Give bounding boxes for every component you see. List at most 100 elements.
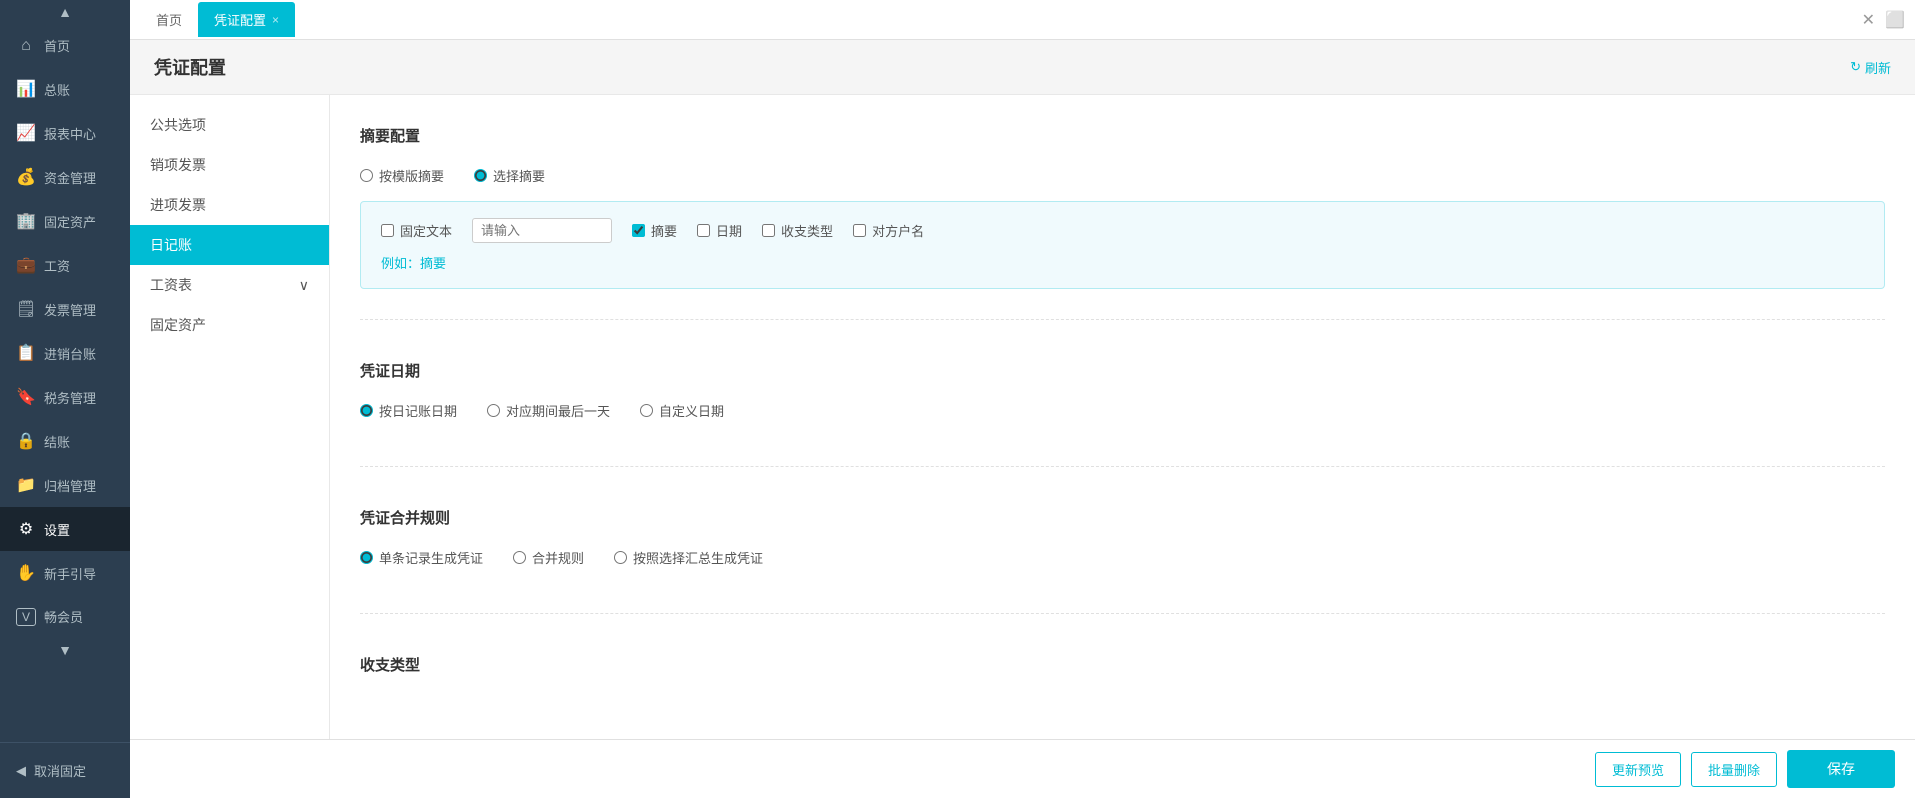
date-checkbox[interactable] bbox=[697, 224, 710, 237]
sidebar-item-tax[interactable]: 🔖 税务管理 bbox=[0, 375, 130, 419]
last-day-radio[interactable] bbox=[487, 404, 500, 417]
left-nav-label: 固定资产 bbox=[150, 315, 206, 335]
invoice-icon: 🗒 bbox=[16, 299, 36, 319]
sidebar-item-label: 总账 bbox=[44, 80, 70, 99]
left-nav-fixed-assets[interactable]: 固定资产 bbox=[130, 305, 329, 345]
sidebar-item-archive[interactable]: 📁 归档管理 bbox=[0, 463, 130, 507]
template-summary-option[interactable]: 按模版摘要 bbox=[360, 166, 444, 185]
content-layout: 公共选项 销项发票 进项发票 日记账 工资表 ∨ 固定资产 bbox=[130, 95, 1915, 739]
sidebar-item-label: 新手引导 bbox=[44, 564, 96, 583]
single-record-label: 单条记录生成凭证 bbox=[379, 548, 483, 567]
left-nav-label: 日记账 bbox=[150, 235, 192, 255]
single-record-radio[interactable] bbox=[360, 551, 373, 564]
sidebar-item-settings[interactable]: ⚙ 设置 bbox=[0, 507, 130, 551]
merge-rules-label: 合并规则 bbox=[532, 548, 584, 567]
fund-icon: 💰 bbox=[16, 167, 36, 187]
single-record-option[interactable]: 单条记录生成凭证 bbox=[360, 548, 483, 567]
select-summary-radio[interactable] bbox=[474, 169, 487, 182]
sidebar-item-fund-management[interactable]: 💰 资金管理 bbox=[0, 155, 130, 199]
last-day-option[interactable]: 对应期间最后一天 bbox=[487, 401, 610, 420]
tab-close-icon[interactable]: × bbox=[272, 13, 279, 27]
tax-icon: 🔖 bbox=[16, 387, 36, 407]
left-nav-journal[interactable]: 日记账 bbox=[130, 225, 329, 265]
sidebar-item-invoice-management[interactable]: 🗒 发票管理 bbox=[0, 287, 130, 331]
summary-checkbox-label[interactable]: 摘要 bbox=[632, 221, 677, 240]
summary-checkbox[interactable] bbox=[632, 224, 645, 237]
archive-icon: 📁 bbox=[16, 475, 36, 495]
tab-voucher-config-label: 凭证配置 bbox=[214, 10, 266, 29]
sidebar-item-label: 工资 bbox=[44, 256, 70, 275]
by-journal-date-option[interactable]: 按日记账日期 bbox=[360, 401, 457, 420]
sidebar-item-label: 发票管理 bbox=[44, 300, 96, 319]
left-nav-purchase-invoice[interactable]: 进项发票 bbox=[130, 185, 329, 225]
sidebar-scroll-down[interactable]: ▼ bbox=[0, 638, 130, 662]
left-nav-payroll-table[interactable]: 工资表 ∨ bbox=[130, 265, 329, 305]
report-icon: 📈 bbox=[16, 123, 36, 143]
voucher-merge-radio-group: 单条记录生成凭证 合并规则 按照选择汇总生成凭证 bbox=[360, 548, 1885, 567]
sidebar: ▲ ⌂ 首页 📊 总账 📈 报表中心 💰 资金管理 🏢 固定资产 💼 工资 🗒 … bbox=[0, 0, 130, 798]
sidebar-item-general-ledger[interactable]: 📊 总账 bbox=[0, 67, 130, 111]
voucher-date-section: 凭证日期 按日记账日期 对应期间最后一天 自定义日期 bbox=[360, 330, 1885, 467]
summary-example: 例如：摘要 bbox=[381, 253, 1864, 272]
update-preview-button[interactable]: 更新预览 bbox=[1595, 752, 1681, 787]
pin-icon: ◀ bbox=[16, 763, 26, 779]
income-type-checkbox[interactable] bbox=[762, 224, 775, 237]
page-content: 凭证配置 ↻ 刷新 公共选项 销项发票 进项发票 日记账 bbox=[130, 40, 1915, 798]
summary-radio-group: 按模版摘要 选择摘要 bbox=[360, 166, 1885, 185]
custom-date-option[interactable]: 自定义日期 bbox=[640, 401, 724, 420]
date-label: 日期 bbox=[716, 221, 742, 240]
voucher-merge-section: 凭证合并规则 单条记录生成凭证 合并规则 按照选择汇总生成凭证 bbox=[360, 477, 1885, 614]
batch-delete-button[interactable]: 批量删除 bbox=[1691, 752, 1777, 787]
summary-options: 固定文本 摘要 日期 bbox=[381, 218, 1864, 243]
tab-home-label: 首页 bbox=[156, 10, 182, 29]
by-journal-date-radio[interactable] bbox=[360, 404, 373, 417]
sidebar-item-purchase-sales[interactable]: 📋 进销台账 bbox=[0, 331, 130, 375]
left-nav-public-options[interactable]: 公共选项 bbox=[130, 105, 329, 145]
sidebar-item-guide[interactable]: ✋ 新手引导 bbox=[0, 551, 130, 595]
custom-date-radio[interactable] bbox=[640, 404, 653, 417]
income-type-title: 收支类型 bbox=[360, 654, 1885, 675]
counterpart-label: 对方户名 bbox=[872, 221, 924, 240]
template-summary-radio[interactable] bbox=[360, 169, 373, 182]
window-close-icon[interactable]: ✕ bbox=[1862, 10, 1875, 30]
guide-icon: ✋ bbox=[16, 563, 36, 583]
sidebar-item-payroll[interactable]: 💼 工资 bbox=[0, 243, 130, 287]
sidebar-item-report-center[interactable]: 📈 报表中心 bbox=[0, 111, 130, 155]
left-nav-label: 进项发票 bbox=[150, 195, 206, 215]
sidebar-scroll-up[interactable]: ▲ bbox=[0, 0, 130, 24]
refresh-icon: ↻ bbox=[1850, 59, 1861, 75]
merge-rules-option[interactable]: 合并规则 bbox=[513, 548, 584, 567]
sidebar-item-fixed-assets[interactable]: 🏢 固定资产 bbox=[0, 199, 130, 243]
template-summary-label: 按模版摘要 bbox=[379, 166, 444, 185]
sidebar-item-home[interactable]: ⌂ 首页 bbox=[0, 24, 130, 67]
income-type-checkbox-label[interactable]: 收支类型 bbox=[762, 221, 833, 240]
select-summary-label: 选择摘要 bbox=[493, 166, 545, 185]
payroll-icon: 💼 bbox=[16, 255, 36, 275]
unpin-button[interactable]: ◀ 取消固定 bbox=[0, 753, 130, 788]
window-restore-icon[interactable]: ⬜ bbox=[1885, 10, 1905, 30]
purchase-icon: 📋 bbox=[16, 343, 36, 363]
fixed-text-input[interactable] bbox=[472, 218, 612, 243]
sidebar-item-member[interactable]: V 畅会员 bbox=[0, 595, 130, 638]
fixed-text-checkbox[interactable] bbox=[381, 224, 394, 237]
select-summary-merge-radio[interactable] bbox=[614, 551, 627, 564]
counterpart-checkbox-label[interactable]: 对方户名 bbox=[853, 221, 924, 240]
income-type-section: 收支类型 bbox=[360, 624, 1885, 725]
merge-rules-radio[interactable] bbox=[513, 551, 526, 564]
left-nav-label: 工资表 bbox=[150, 275, 192, 295]
date-checkbox-label[interactable]: 日期 bbox=[697, 221, 742, 240]
select-summary-merge-option[interactable]: 按照选择汇总生成凭证 bbox=[614, 548, 763, 567]
summary-config-section: 摘要配置 按模版摘要 选择摘要 bbox=[360, 125, 1885, 320]
left-nav-sales-invoice[interactable]: 销项发票 bbox=[130, 145, 329, 185]
counterpart-checkbox[interactable] bbox=[853, 224, 866, 237]
tab-home[interactable]: 首页 bbox=[140, 2, 198, 37]
refresh-button[interactable]: ↻ 刷新 bbox=[1850, 58, 1891, 77]
settings-icon: ⚙ bbox=[16, 519, 36, 539]
sidebar-item-closing[interactable]: 🔒 结账 bbox=[0, 419, 130, 463]
fixed-text-checkbox-label[interactable]: 固定文本 bbox=[381, 221, 452, 240]
select-summary-option[interactable]: 选择摘要 bbox=[474, 166, 545, 185]
save-button[interactable]: 保存 bbox=[1787, 750, 1895, 788]
tab-voucher-config[interactable]: 凭证配置 × bbox=[198, 2, 295, 37]
sidebar-bottom: ◀ 取消固定 bbox=[0, 742, 130, 798]
sidebar-item-label: 报表中心 bbox=[44, 124, 96, 143]
